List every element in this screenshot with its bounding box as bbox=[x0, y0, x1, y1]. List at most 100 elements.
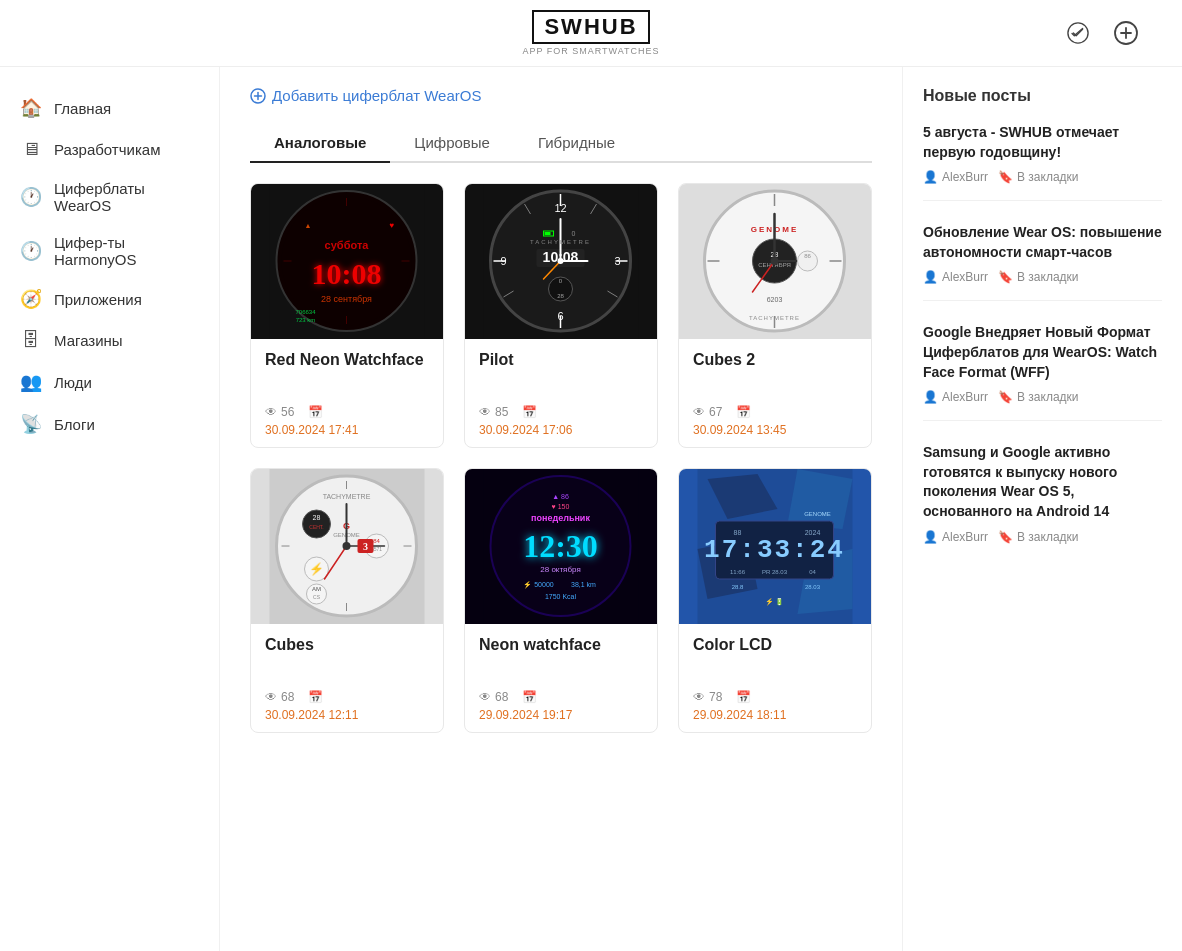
watch-card-body-color-lcd: Color LCD 👁 78 📅 29.09.2024 18:11 bbox=[679, 624, 871, 732]
watch-card-cubes2[interactable]: GENOME 28 СЕНТЯБРЯ TACHYMETRE bbox=[678, 183, 872, 448]
post-title-4[interactable]: Samsung и Google активно готовятся к вып… bbox=[923, 443, 1162, 521]
sidebar-label-shops: Магазины bbox=[54, 332, 123, 349]
wearos-icon: 🕐 bbox=[20, 186, 42, 208]
sidebar-item-home[interactable]: 🏠 Главная bbox=[0, 87, 219, 129]
watch-grid: субботa 10:08 28 сентября bbox=[250, 183, 872, 733]
svg-text:28 сентября: 28 сентября bbox=[321, 294, 372, 304]
calendar-neon: 📅 bbox=[522, 690, 537, 704]
sidebar-item-harmonyos[interactable]: 🕐 Цифер-ты HarmonyOS bbox=[0, 224, 219, 278]
watch-card-img-cubes2: GENOME 28 СЕНТЯБРЯ TACHYMETRE bbox=[679, 184, 871, 339]
sidebar-item-shops[interactable]: 🗄 Магазины bbox=[0, 320, 219, 361]
watch-card-meta-cubes: 👁 68 📅 bbox=[265, 690, 429, 704]
svg-text:12:30: 12:30 bbox=[523, 528, 598, 564]
watch-card-date-pilot: 30.09.2024 17:06 bbox=[479, 423, 643, 437]
svg-text:88: 88 bbox=[734, 529, 742, 536]
svg-text:♥: ♥ bbox=[390, 221, 395, 230]
svg-text:706634: 706634 bbox=[295, 309, 316, 315]
post-title-2[interactable]: Обновление Wear OS: повышение автономнос… bbox=[923, 223, 1162, 262]
post-bookmark-2[interactable]: 🔖 В закладки bbox=[998, 270, 1079, 284]
svg-text:субботa: субботa bbox=[325, 239, 370, 251]
svg-text:11:66: 11:66 bbox=[730, 569, 746, 575]
post-bookmark-1[interactable]: 🔖 В закладки bbox=[998, 170, 1079, 184]
svg-text:♥ 150: ♥ 150 bbox=[552, 503, 570, 510]
add-icon bbox=[1114, 21, 1138, 45]
watch-card-date-cubes2: 30.09.2024 13:45 bbox=[693, 423, 857, 437]
watch-card-title-neon: Neon watchface bbox=[479, 636, 643, 680]
developers-icon: 🖥 bbox=[20, 139, 42, 160]
calendar-icon: 📅 bbox=[308, 405, 323, 419]
eye-icon: 👁 bbox=[479, 405, 491, 419]
sidebar-item-wearos[interactable]: 🕐 Циферблаты WearOS bbox=[0, 170, 219, 224]
watch-card-meta-pilot: 👁 85 📅 bbox=[479, 405, 643, 419]
watch-card-meta-color-lcd: 👁 78 📅 bbox=[693, 690, 857, 704]
svg-text:▲: ▲ bbox=[305, 222, 312, 229]
people-icon: 👥 bbox=[20, 371, 42, 393]
svg-point-46 bbox=[558, 258, 564, 264]
tab-hybrid[interactable]: Гибридные bbox=[514, 124, 639, 163]
watch-card-cubes[interactable]: TACHYMETRE 28 СЕНТ. G bbox=[250, 468, 444, 733]
logo[interactable]: SWHUB APP FOR SMARTWATCHES bbox=[522, 10, 659, 56]
post-title-3[interactable]: Google Внедряет Новый Формат Циферблатов… bbox=[923, 323, 1162, 382]
svg-text:0: 0 bbox=[572, 230, 576, 237]
eye-icon: 👁 bbox=[479, 690, 491, 704]
sidebar-item-apps[interactable]: 🧭 Приложения bbox=[0, 278, 219, 320]
svg-text:17:33:24: 17:33:24 bbox=[704, 535, 845, 565]
svg-text:28: 28 bbox=[313, 514, 321, 521]
views-pilot: 👁 85 bbox=[479, 405, 508, 419]
post-bookmark-3[interactable]: 🔖 В закладки bbox=[998, 390, 1079, 404]
svg-text:28.8: 28.8 bbox=[732, 584, 744, 590]
tab-analog[interactable]: Аналоговые bbox=[250, 124, 390, 163]
eye-icon: 👁 bbox=[693, 405, 705, 419]
svg-text:PR 28.03: PR 28.03 bbox=[762, 569, 788, 575]
views-neon: 👁 68 bbox=[479, 690, 508, 704]
post-meta-3: 👤 AlexBurr 🔖 В закладки bbox=[923, 390, 1162, 404]
svg-text:⚡ 🔋: ⚡ 🔋 bbox=[765, 597, 785, 606]
svg-text:▲ 86: ▲ 86 bbox=[552, 493, 569, 500]
watch-card-neon[interactable]: ▲ 86 ♥ 150 понедельник 12:30 bbox=[464, 468, 658, 733]
sidebar-item-blogs[interactable]: 📡 Блоги bbox=[0, 403, 219, 445]
svg-text:TACHYMETRE: TACHYMETRE bbox=[323, 493, 371, 500]
sidebar-label-people: Люди bbox=[54, 374, 92, 391]
post-bookmark-4[interactable]: 🔖 В закладки bbox=[998, 530, 1079, 544]
watch-card-meta-red-neon: 👁 56 📅 bbox=[265, 405, 429, 419]
svg-text:TACHYMETRE: TACHYMETRE bbox=[530, 239, 591, 245]
watch-card-img-cubes: TACHYMETRE 28 СЕНТ. G bbox=[251, 469, 443, 624]
post-meta-1: 👤 AlexBurr 🔖 В закладки bbox=[923, 170, 1162, 184]
sidebar-item-developers[interactable]: 🖥 Разработчикам bbox=[0, 129, 219, 170]
tab-digital[interactable]: Цифровые bbox=[390, 124, 514, 163]
watch-card-meta-cubes2: 👁 67 📅 bbox=[693, 405, 857, 419]
add-watchface-link[interactable]: Добавить циферблат WearOS bbox=[250, 87, 481, 104]
post-meta-4: 👤 AlexBurr 🔖 В закладки bbox=[923, 530, 1162, 544]
svg-text:38,1 km: 38,1 km bbox=[571, 581, 596, 588]
svg-text:⚡ 50000: ⚡ 50000 bbox=[523, 580, 554, 589]
calendar-icon: 📅 bbox=[522, 690, 537, 704]
telegram-icon bbox=[1067, 22, 1089, 44]
watch-card-date-cubes: 30.09.2024 12:11 bbox=[265, 708, 429, 722]
bookmark-icon: 🔖 bbox=[998, 530, 1013, 544]
sidebar-label-wearos: Циферблаты WearOS bbox=[54, 180, 199, 214]
post-title-1[interactable]: 5 августа - SWHUB отмечает первую годовщ… bbox=[923, 123, 1162, 162]
layout: 🏠 Главная 🖥 Разработчикам 🕐 Циферблаты W… bbox=[0, 67, 1182, 951]
watch-card-body-neon: Neon watchface 👁 68 📅 29.09.2024 19:17 bbox=[465, 624, 657, 732]
sidebar-item-people[interactable]: 👥 Люди bbox=[0, 361, 219, 403]
post-item-4: Samsung и Google активно готовятся к вып… bbox=[923, 443, 1162, 559]
watch-card-title-cubes2: Cubes 2 bbox=[693, 351, 857, 395]
svg-text:6: 6 bbox=[557, 310, 563, 322]
watch-card-pilot[interactable]: 12 6 9 3 10:08 0 28 0 bbox=[464, 183, 658, 448]
svg-text:6203: 6203 bbox=[767, 296, 783, 303]
telegram-button[interactable] bbox=[1062, 17, 1094, 49]
watch-card-body-pilot: Pilot 👁 85 📅 30.09.2024 17:06 bbox=[465, 339, 657, 447]
svg-text:12: 12 bbox=[554, 202, 566, 214]
add-button[interactable] bbox=[1110, 17, 1142, 49]
watch-card-color-lcd[interactable]: GENOME 17:33:24 88 2024 11:66 PR 28.03 0… bbox=[678, 468, 872, 733]
home-icon: 🏠 bbox=[20, 97, 42, 119]
sidebar-label-apps: Приложения bbox=[54, 291, 142, 308]
watch-card-date-red-neon: 30.09.2024 17:41 bbox=[265, 423, 429, 437]
svg-text:2024: 2024 bbox=[805, 529, 821, 536]
svg-text:84: 84 bbox=[373, 538, 380, 544]
bookmark-icon: 🔖 bbox=[998, 270, 1013, 284]
watch-card-title-red-neon: Red Neon Watchface bbox=[265, 351, 429, 395]
svg-text:28: 28 bbox=[557, 293, 564, 299]
watch-card-red-neon[interactable]: субботa 10:08 28 сентября bbox=[250, 183, 444, 448]
svg-text:28 октября: 28 октября bbox=[540, 565, 580, 574]
